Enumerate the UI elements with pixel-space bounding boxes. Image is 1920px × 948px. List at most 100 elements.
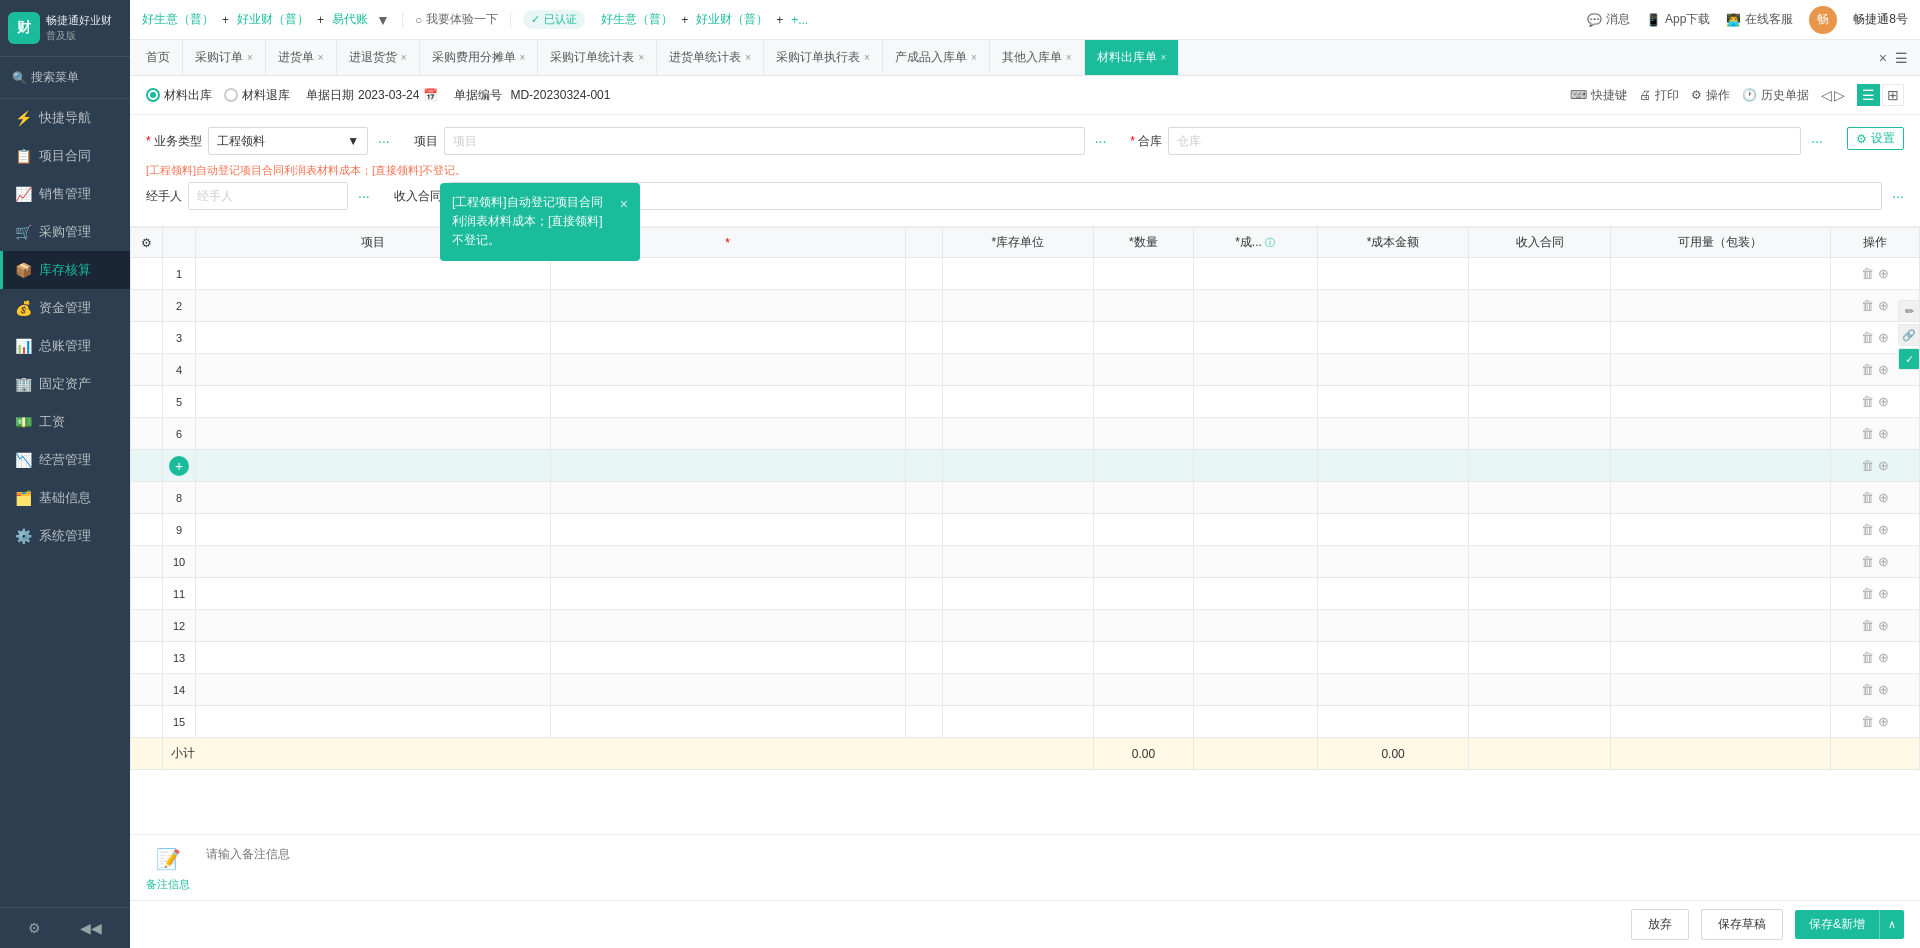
row-amount-14[interactable] [1317, 674, 1469, 706]
row-material-9[interactable] [550, 514, 905, 546]
row-project-7[interactable] [196, 450, 551, 482]
row-qty-1[interactable] [1094, 258, 1193, 290]
save-new-button[interactable]: 保存&新增 [1795, 910, 1880, 939]
delete-row-10[interactable]: 🗑 [1861, 554, 1874, 569]
row-amount-3[interactable] [1317, 322, 1469, 354]
warehouse-help-dots[interactable]: ··· [1811, 133, 1823, 149]
row-cost-7[interactable] [1193, 450, 1317, 482]
row-material-2[interactable] [550, 290, 905, 322]
row-qty-13[interactable] [1094, 642, 1193, 674]
save-new-arrow[interactable]: ∧ [1880, 912, 1904, 937]
row-cost-5[interactable] [1193, 386, 1317, 418]
row-unit-14[interactable] [942, 674, 1094, 706]
row-project-14[interactable] [196, 674, 551, 706]
row-contract-3[interactable] [1469, 322, 1610, 354]
row-material-14[interactable] [550, 674, 905, 706]
tab-0[interactable]: 首页 [134, 40, 183, 76]
row-spec-6[interactable] [905, 418, 942, 450]
row-project-10[interactable] [196, 546, 551, 578]
row-cost-4[interactable] [1193, 354, 1317, 386]
nav-salary[interactable]: 💵工资 [0, 403, 130, 441]
right-panel-btn-2[interactable]: 🔗 [1898, 324, 1920, 346]
delete-row-5[interactable]: 🗑 [1861, 394, 1874, 409]
tab-7[interactable]: 采购订单执行表× [764, 40, 883, 76]
row-amount-8[interactable] [1317, 482, 1469, 514]
row-cost-6[interactable] [1193, 418, 1317, 450]
row-project-5[interactable] [196, 386, 551, 418]
row-unit-13[interactable] [942, 642, 1094, 674]
row-amount-1[interactable] [1317, 258, 1469, 290]
tooltip-close-button[interactable]: × [620, 193, 628, 215]
row-qty-8[interactable] [1094, 482, 1193, 514]
handler-help-dots[interactable]: ··· [358, 188, 370, 204]
prev-arrow[interactable]: ◁ [1821, 87, 1832, 103]
sidebar-search-button[interactable]: 🔍 搜索菜单 [8, 65, 122, 90]
income-contract-help-dots[interactable]: ··· [1892, 188, 1904, 204]
row-cost-10[interactable] [1193, 546, 1317, 578]
calendar-icon[interactable]: 📅 [423, 88, 438, 102]
row-contract-14[interactable] [1469, 674, 1610, 706]
row-cost-15[interactable] [1193, 706, 1317, 738]
row-qty-12[interactable] [1094, 610, 1193, 642]
tab-4[interactable]: 采购费用分摊单× [420, 40, 539, 76]
row-cost-1[interactable] [1193, 258, 1317, 290]
delete-row-7[interactable]: 🗑 [1861, 458, 1874, 473]
row-qty-3[interactable] [1094, 322, 1193, 354]
row-unit-11[interactable] [942, 578, 1094, 610]
project-help-dots[interactable]: ··· [1095, 133, 1107, 149]
row-spec-15[interactable] [905, 706, 942, 738]
copy-row-6[interactable]: ⊕ [1878, 426, 1889, 441]
copy-row-11[interactable]: ⊕ [1878, 586, 1889, 601]
delete-row-6[interactable]: 🗑 [1861, 426, 1874, 441]
row-contract-13[interactable] [1469, 642, 1610, 674]
copy-row-1[interactable]: ⊕ [1878, 266, 1889, 281]
print-button[interactable]: 🖨 打印 [1639, 87, 1679, 104]
copy-row-10[interactable]: ⊕ [1878, 554, 1889, 569]
right-panel-btn-1[interactable]: ✏ [1898, 300, 1920, 322]
row-material-6[interactable] [550, 418, 905, 450]
radio-material-return[interactable]: 材料退库 [224, 87, 290, 104]
row-available-11[interactable] [1610, 578, 1830, 610]
topbar-tag-shengyi2[interactable]: 好生意（普） [601, 11, 673, 28]
user-avatar[interactable]: 畅 [1809, 6, 1837, 34]
row-material-3[interactable] [550, 322, 905, 354]
delete-row-9[interactable]: 🗑 [1861, 522, 1874, 537]
row-available-3[interactable] [1610, 322, 1830, 354]
row-unit-1[interactable] [942, 258, 1094, 290]
row-unit-2[interactable] [942, 290, 1094, 322]
delete-row-2[interactable]: 🗑 [1861, 298, 1874, 313]
row-qty-6[interactable] [1094, 418, 1193, 450]
row-amount-4[interactable] [1317, 354, 1469, 386]
row-spec-11[interactable] [905, 578, 942, 610]
tab-close-1[interactable]: × [247, 52, 253, 63]
row-project-12[interactable] [196, 610, 551, 642]
project-input[interactable]: 项目 [444, 127, 1085, 155]
topbar-tag-shengyi[interactable]: 好生意（普） [142, 11, 214, 28]
row-project-6[interactable] [196, 418, 551, 450]
notes-input-field[interactable] [202, 843, 1904, 865]
row-amount-7[interactable] [1317, 450, 1469, 482]
tab-1[interactable]: 采购订单× [183, 40, 266, 76]
nav-accounting[interactable]: 📊总账管理 [0, 327, 130, 365]
row-available-7[interactable] [1610, 450, 1830, 482]
row-qty-14[interactable] [1094, 674, 1193, 706]
copy-row-2[interactable]: ⊕ [1878, 298, 1889, 313]
tab-8[interactable]: 产成品入库单× [883, 40, 990, 76]
tab-close-10[interactable]: × [1161, 52, 1167, 63]
tab-close-7[interactable]: × [864, 52, 870, 63]
row-unit-3[interactable] [942, 322, 1094, 354]
row-available-8[interactable] [1610, 482, 1830, 514]
tab-9[interactable]: 其他入库单× [990, 40, 1085, 76]
row-amount-13[interactable] [1317, 642, 1469, 674]
row-material-10[interactable] [550, 546, 905, 578]
row-contract-12[interactable] [1469, 610, 1610, 642]
username-label[interactable]: 畅捷通8号 [1853, 11, 1908, 28]
nav-sales[interactable]: 📈销售管理 [0, 175, 130, 213]
copy-row-13[interactable]: ⊕ [1878, 650, 1889, 665]
row-contract-15[interactable] [1469, 706, 1610, 738]
list-view-btn[interactable]: ☰ [1857, 84, 1880, 106]
row-qty-7[interactable] [1094, 450, 1193, 482]
tab-close-8[interactable]: × [971, 52, 977, 63]
delete-row-8[interactable]: 🗑 [1861, 490, 1874, 505]
grid-view-btn[interactable]: ⊞ [1882, 84, 1904, 106]
